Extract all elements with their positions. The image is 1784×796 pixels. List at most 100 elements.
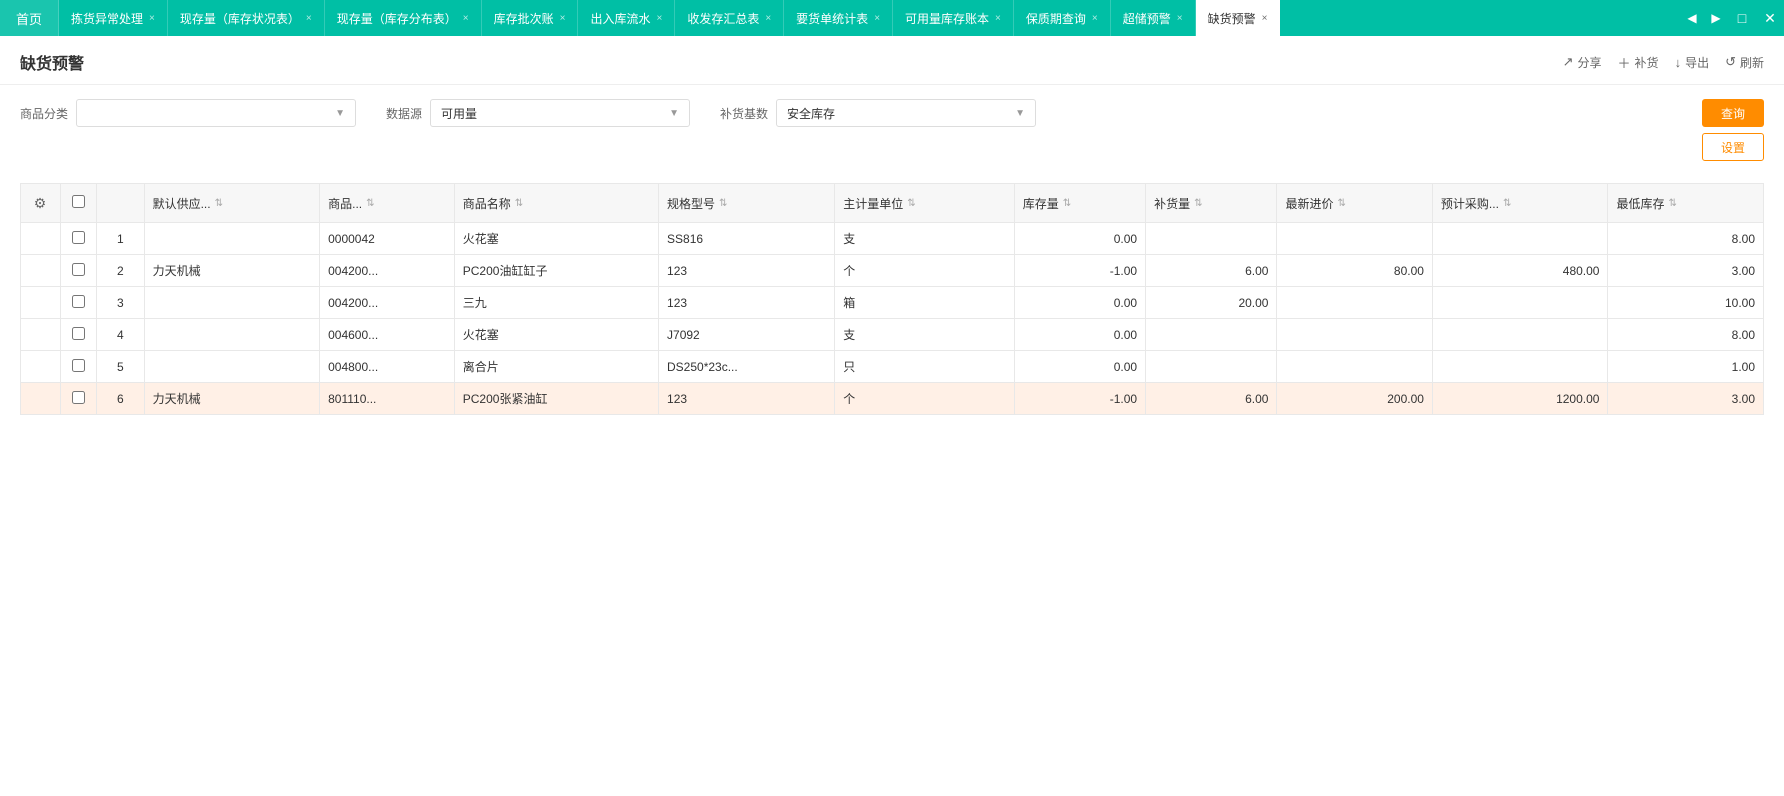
refresh-label: 刷新 [1740, 54, 1764, 71]
nav-restore-btn[interactable]: □ [1728, 0, 1756, 36]
table-row: 1 0000042 火花塞 SS816 支 0.00 8.00 [21, 223, 1764, 255]
tab-home[interactable]: 首页 [0, 0, 59, 36]
tab-inventory-dist-close[interactable]: × [463, 13, 469, 24]
tab-shortage-close[interactable]: × [1262, 13, 1268, 24]
tab-inventory-status-label: 现存量（库存状况表） [180, 10, 300, 27]
tab-home-label: 首页 [16, 9, 42, 28]
row-checkbox-4[interactable] [72, 359, 85, 372]
header-checkbox[interactable] [72, 195, 85, 208]
tab-available-ledger[interactable]: 可用量库存账本 × [893, 0, 1014, 36]
td-goods-code-2: 004200... [320, 287, 455, 319]
filter-group-datasource: 数据源 可用量 ▼ [386, 99, 690, 127]
th-unit-sort[interactable]: 主计量单位 ⇅ [843, 195, 1006, 212]
row-checkbox-0[interactable] [72, 231, 85, 244]
td-unit-0: 支 [835, 223, 1015, 255]
tab-inventory-status-close[interactable]: × [306, 13, 312, 24]
tab-available-ledger-label: 可用量库存账本 [905, 10, 989, 27]
tab-overstock-close[interactable]: × [1177, 13, 1183, 24]
td-check-2 [61, 287, 97, 319]
td-est-purchase-5: 1200.00 [1432, 383, 1608, 415]
th-replenish-qty-label: 补货量 [1154, 195, 1190, 212]
td-unit-2: 箱 [835, 287, 1015, 319]
th-supplier-sort[interactable]: 默认供应... ⇅ [153, 195, 312, 212]
table-area: ⚙ 默认供应... ⇅ 商品... [0, 171, 1784, 415]
th-min-stock-sort-icon: ⇅ [1668, 198, 1676, 209]
th-unit-label: 主计量单位 [843, 195, 903, 212]
td-min-stock-0: 8.00 [1608, 223, 1764, 255]
replenish-button[interactable]: ＋ 补货 [1618, 53, 1659, 72]
tab-exception[interactable]: 拣货异常处理 × [59, 0, 168, 36]
query-button[interactable]: 查询 [1702, 99, 1764, 127]
tab-receive-summary-label: 收发存汇总表 [687, 10, 759, 27]
td-unit-3: 支 [835, 319, 1015, 351]
th-spec-sort[interactable]: 规格型号 ⇅ [667, 195, 826, 212]
replenish-icon: ＋ [1618, 53, 1631, 72]
datasource-select[interactable]: 可用量 ▼ [430, 99, 690, 127]
tab-inventory-status[interactable]: 现存量（库存状况表） × [168, 0, 325, 36]
th-supplier-label: 默认供应... [153, 195, 211, 212]
share-icon: ↗ [1563, 54, 1574, 70]
nav-arrow-right[interactable]: ▶ [1704, 0, 1728, 36]
td-goods-name-5: PC200张紧油缸 [454, 383, 658, 415]
th-est-purchase-sort[interactable]: 预计采购... ⇅ [1441, 195, 1600, 212]
td-stock-3: 0.00 [1014, 319, 1145, 351]
category-select[interactable]: ▼ [76, 99, 356, 127]
th-spec-sort-icon: ⇅ [719, 198, 727, 209]
tab-batch-close[interactable]: × [560, 13, 566, 24]
td-replenish-qty-4 [1146, 351, 1277, 383]
filter-groups: 商品分类 ▼ 数据源 可用量 ▼ 补货基数 安全库存 ▼ [20, 99, 1702, 127]
tab-inout-flow[interactable]: 出入库流水 × [578, 0, 675, 36]
settings-button[interactable]: 设置 [1702, 133, 1764, 161]
th-goods-code-sort[interactable]: 商品... ⇅ [328, 195, 446, 212]
td-replenish-qty-1: 6.00 [1146, 255, 1277, 287]
table-row: 3 004200... 三九 123 箱 0.00 20.00 10.00 [21, 287, 1764, 319]
tab-receive-summary[interactable]: 收发存汇总表 × [675, 0, 784, 36]
th-settings: ⚙ [21, 184, 61, 223]
replenish-base-select[interactable]: 安全库存 ▼ [776, 99, 1036, 127]
th-goods-code: 商品... ⇅ [320, 184, 455, 223]
row-checkbox-5[interactable] [72, 391, 85, 404]
tab-order-stats[interactable]: 要货单统计表 × [784, 0, 893, 36]
th-min-stock-label: 最低库存 [1616, 195, 1664, 212]
tab-order-stats-close[interactable]: × [874, 13, 880, 24]
td-supplier-5: 力天机械 [144, 383, 320, 415]
refresh-button[interactable]: ↺ 刷新 [1725, 54, 1764, 71]
tab-inout-flow-label: 出入库流水 [590, 10, 650, 27]
tab-exception-close[interactable]: × [149, 13, 155, 24]
td-check-5 [61, 383, 97, 415]
table-settings-icon[interactable]: ⚙ [29, 192, 51, 214]
td-spec-5: 123 [659, 383, 835, 415]
th-latest-price-sort[interactable]: 最新进价 ⇅ [1285, 195, 1423, 212]
filter-group-category: 商品分类 ▼ [20, 99, 356, 127]
td-goods-name-4: 离合片 [454, 351, 658, 383]
th-latest-price-sort-icon: ⇅ [1337, 198, 1345, 209]
share-button[interactable]: ↗ 分享 [1563, 54, 1602, 71]
export-button[interactable]: ↓ 导出 [1675, 54, 1710, 71]
td-goods-name-0: 火花塞 [454, 223, 658, 255]
th-goods-code-label: 商品... [328, 195, 362, 212]
tab-expiry[interactable]: 保质期查询 × [1014, 0, 1111, 36]
td-est-purchase-1: 480.00 [1432, 255, 1608, 287]
row-checkbox-1[interactable] [72, 263, 85, 276]
td-goods-code-5: 801110... [320, 383, 455, 415]
nav-close-btn[interactable]: ✕ [1756, 0, 1784, 36]
tab-expiry-close[interactable]: × [1092, 13, 1098, 24]
tab-batch[interactable]: 库存批次账 × [482, 0, 579, 36]
th-min-stock: 最低库存 ⇅ [1608, 184, 1764, 223]
tab-shortage[interactable]: 缺货预警 × [1196, 0, 1281, 36]
td-stock-1: -1.00 [1014, 255, 1145, 287]
tab-inout-flow-close[interactable]: × [656, 13, 662, 24]
th-min-stock-sort[interactable]: 最低库存 ⇅ [1616, 195, 1755, 212]
th-stock-sort[interactable]: 库存量 ⇅ [1023, 195, 1137, 212]
tab-expiry-label: 保质期查询 [1026, 10, 1086, 27]
tab-available-ledger-close[interactable]: × [995, 13, 1001, 24]
nav-arrow-left[interactable]: ◀ [1680, 0, 1704, 36]
th-goods-name-sort[interactable]: 商品名称 ⇅ [463, 195, 650, 212]
row-checkbox-3[interactable] [72, 327, 85, 340]
tab-overstock[interactable]: 超储预警 × [1111, 0, 1196, 36]
refresh-icon: ↺ [1725, 54, 1736, 70]
row-checkbox-2[interactable] [72, 295, 85, 308]
th-replenish-qty-sort[interactable]: 补货量 ⇅ [1154, 195, 1268, 212]
tab-receive-summary-close[interactable]: × [765, 13, 771, 24]
tab-inventory-dist[interactable]: 现存量（库存分布表） × [325, 0, 482, 36]
